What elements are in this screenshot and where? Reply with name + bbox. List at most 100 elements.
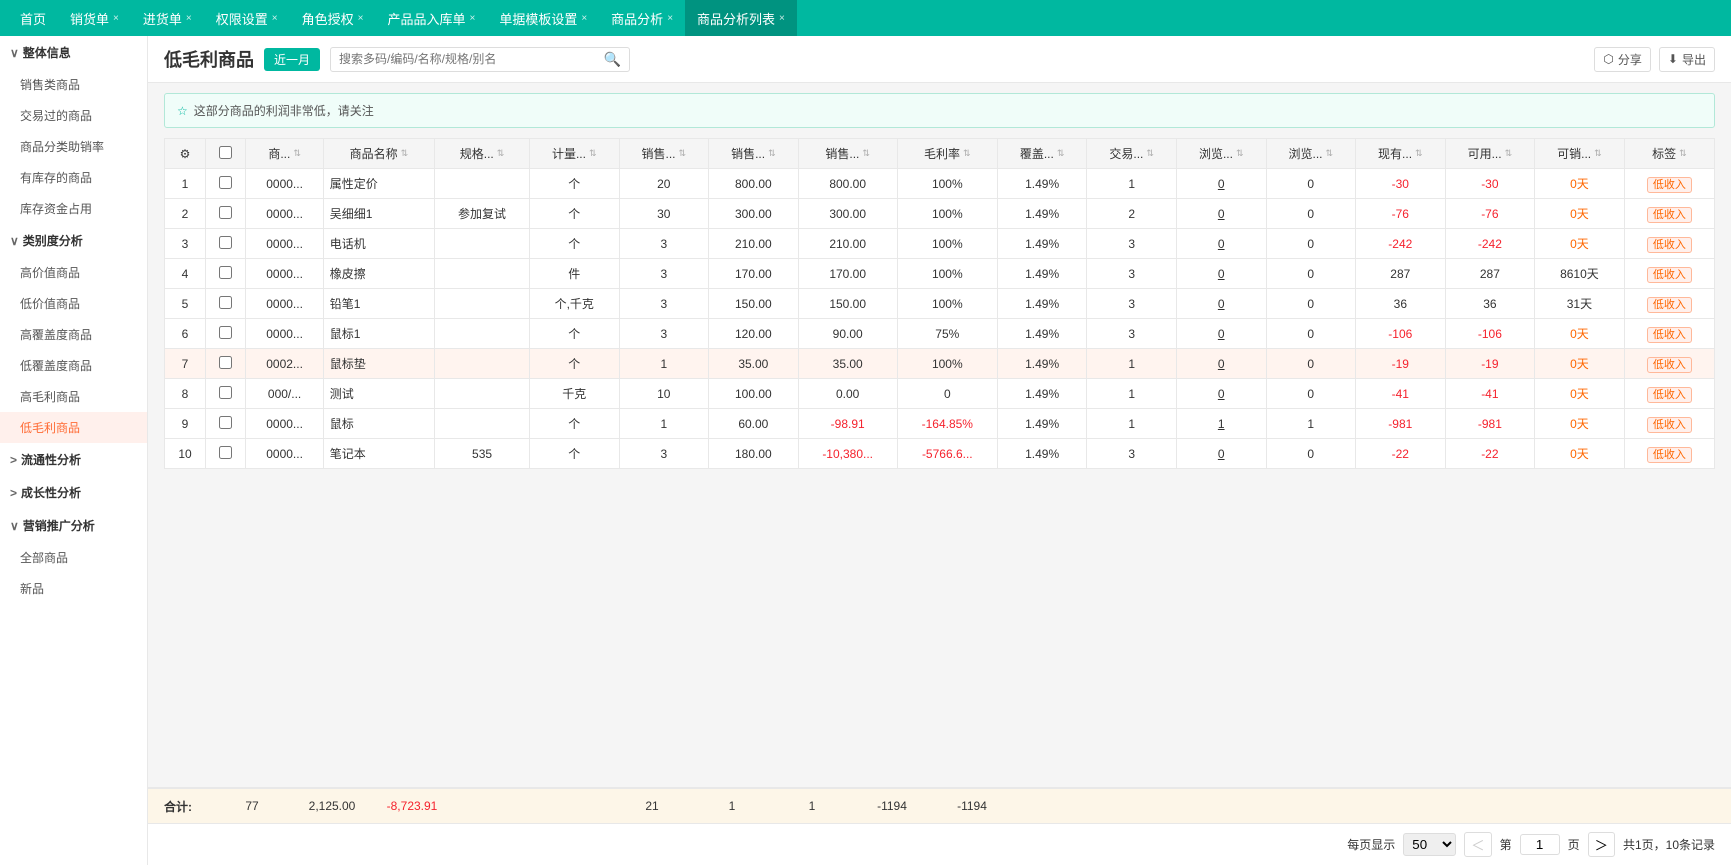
th-checkbox[interactable] [206, 139, 246, 169]
sidebar-group-flow[interactable]: > 流通性分析 [0, 443, 147, 476]
time-filter-button[interactable]: 近一月 [264, 48, 320, 71]
tag-badge: 低收入 [1647, 387, 1692, 403]
th-tag[interactable]: 标签⇅ [1624, 139, 1714, 169]
row-checkbox[interactable] [219, 176, 232, 189]
cell-view1[interactable]: 0 [1176, 289, 1266, 319]
th-view2[interactable]: 浏览...⇅ [1266, 139, 1356, 169]
cell-view1[interactable]: 0 [1176, 349, 1266, 379]
th-sales-price[interactable]: 销售...⇅ [709, 139, 799, 169]
nav-home[interactable]: 首页 [8, 0, 58, 36]
page-suffix: 页 [1568, 836, 1580, 853]
cell-checkbox[interactable] [206, 439, 246, 469]
cell-trans: 2 [1087, 199, 1177, 229]
next-page-button[interactable]: ＞ [1588, 832, 1615, 857]
cell-margin: 75% [897, 319, 997, 349]
row-checkbox[interactable] [219, 206, 232, 219]
sidebar-item-low-margin[interactable]: 低毛利商品 [0, 412, 147, 443]
cell-checkbox[interactable] [206, 199, 246, 229]
cell-no: 1 [165, 169, 206, 199]
row-checkbox[interactable] [219, 326, 232, 339]
sidebar-item-new-goods[interactable]: 新品 [0, 573, 147, 604]
th-sales-qty[interactable]: 销售...⇅ [619, 139, 709, 169]
page-input[interactable] [1520, 834, 1560, 855]
search-icon[interactable]: 🔍 [604, 51, 621, 68]
tag-badge: 低收入 [1647, 177, 1692, 193]
cell-checkbox[interactable] [206, 229, 246, 259]
sidebar-item-stock-capital[interactable]: 库存资金占用 [0, 193, 147, 224]
row-checkbox[interactable] [219, 236, 232, 249]
cell-view1[interactable]: 0 [1176, 199, 1266, 229]
th-available[interactable]: 可用...⇅ [1445, 139, 1535, 169]
sidebar-group-overview[interactable]: ∨ 整体信息 [0, 36, 147, 69]
close-icon[interactable]: × [272, 13, 278, 24]
per-page-select[interactable]: 50 100 [1403, 833, 1456, 856]
sidebar-item-sales-goods[interactable]: 销售类商品 [0, 69, 147, 100]
row-checkbox[interactable] [219, 386, 232, 399]
th-sellable[interactable]: 可销...⇅ [1535, 139, 1625, 169]
nav-role[interactable]: 角色授权× [290, 0, 376, 36]
th-sales-profit[interactable]: 销售...⇅ [798, 139, 897, 169]
th-coverage[interactable]: 覆盖...⇅ [997, 139, 1087, 169]
search-input[interactable] [339, 52, 604, 66]
nav-permission[interactable]: 权限设置× [204, 0, 290, 36]
close-icon[interactable]: × [186, 13, 192, 24]
th-unit[interactable]: 计量...⇅ [529, 139, 619, 169]
close-icon[interactable]: × [779, 13, 785, 24]
close-icon[interactable]: × [581, 13, 587, 24]
sidebar-item-high-coverage[interactable]: 高覆盖度商品 [0, 319, 147, 350]
th-trans[interactable]: 交易...⇅ [1087, 139, 1177, 169]
close-icon[interactable]: × [469, 13, 475, 24]
table-container[interactable]: ⚙ 商...⇅ 商品名称⇅ 规格...⇅ 计量...⇅ 销售...⇅ 销售...… [164, 138, 1715, 787]
cell-view1[interactable]: 0 [1176, 439, 1266, 469]
th-spec[interactable]: 规格...⇅ [435, 139, 530, 169]
row-checkbox[interactable] [219, 296, 232, 309]
prev-page-button[interactable]: ＜ [1464, 832, 1491, 857]
sidebar-item-high-margin[interactable]: 高毛利商品 [0, 381, 147, 412]
row-checkbox[interactable] [219, 446, 232, 459]
sidebar-item-category-rate[interactable]: 商品分类助销率 [0, 131, 147, 162]
close-icon[interactable]: × [667, 13, 673, 24]
th-code[interactable]: 商...⇅ [246, 139, 323, 169]
row-checkbox[interactable] [219, 416, 232, 429]
sidebar-group-marketing[interactable]: ∨ 营销推广分析 [0, 509, 147, 542]
cell-view1[interactable]: 0 [1176, 379, 1266, 409]
nav-template[interactable]: 单据模板设置× [487, 0, 599, 36]
close-icon[interactable]: × [113, 13, 119, 24]
cell-view1[interactable]: 1 [1176, 409, 1266, 439]
cell-view1[interactable]: 0 [1176, 259, 1266, 289]
cell-view1[interactable]: 0 [1176, 229, 1266, 259]
nav-analysis-list[interactable]: 商品分析列表× [685, 0, 797, 36]
cell-checkbox[interactable] [206, 349, 246, 379]
select-all-checkbox[interactable] [219, 146, 232, 159]
nav-sales[interactable]: 销货单× [58, 0, 131, 36]
nav-purchase[interactable]: 进货单× [131, 0, 204, 36]
nav-analysis[interactable]: 商品分析× [599, 0, 685, 36]
share-button[interactable]: ⬡ 分享 [1594, 47, 1651, 72]
sidebar-group-category[interactable]: ∨ 类别度分析 [0, 224, 147, 257]
row-checkbox[interactable] [219, 356, 232, 369]
th-name[interactable]: 商品名称⇅ [323, 139, 434, 169]
cell-view1[interactable]: 0 [1176, 169, 1266, 199]
export-button[interactable]: ⬇ 导出 [1659, 47, 1715, 72]
cell-checkbox[interactable] [206, 289, 246, 319]
sidebar-item-in-stock[interactable]: 有库存的商品 [0, 162, 147, 193]
sidebar-item-all-goods[interactable]: 全部商品 [0, 542, 147, 573]
row-checkbox[interactable] [219, 266, 232, 279]
th-current[interactable]: 现有...⇅ [1356, 139, 1446, 169]
sidebar-item-low-value[interactable]: 低价值商品 [0, 288, 147, 319]
cell-view1[interactable]: 0 [1176, 319, 1266, 349]
cell-checkbox[interactable] [206, 319, 246, 349]
sidebar-item-traded[interactable]: 交易过的商品 [0, 100, 147, 131]
nav-product-in[interactable]: 产品品入库单× [375, 0, 487, 36]
cell-checkbox[interactable] [206, 259, 246, 289]
sidebar-group-growth[interactable]: > 成长性分析 [0, 476, 147, 509]
th-margin[interactable]: 毛利率⇅ [897, 139, 997, 169]
close-icon[interactable]: × [358, 13, 364, 24]
cell-checkbox[interactable] [206, 409, 246, 439]
th-settings[interactable]: ⚙ [165, 139, 206, 169]
cell-checkbox[interactable] [206, 169, 246, 199]
th-view1[interactable]: 浏览...⇅ [1176, 139, 1266, 169]
sidebar-item-high-value[interactable]: 高价值商品 [0, 257, 147, 288]
sidebar-item-low-coverage[interactable]: 低覆盖度商品 [0, 350, 147, 381]
cell-checkbox[interactable] [206, 379, 246, 409]
